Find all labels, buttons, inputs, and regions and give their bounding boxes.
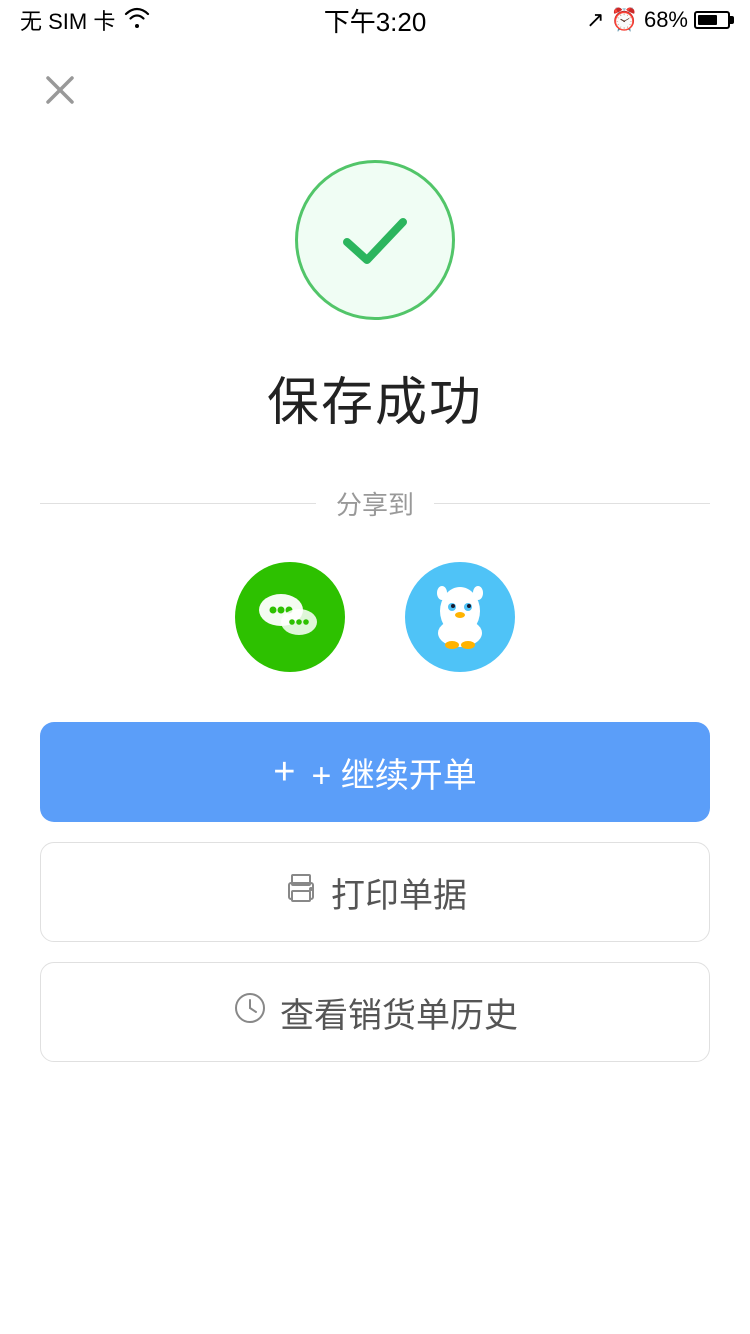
status-left: 无 SIM 卡 [20,4,151,36]
qq-share-button[interactable] [405,562,515,672]
status-bar: 无 SIM 卡 下午3:20 ↗ ⏰ 68% [0,0,750,40]
print-button[interactable]: 打印单据 [40,842,710,942]
battery-percent: 68% [644,7,688,33]
continue-button[interactable]: + + 继续开单 [40,722,710,822]
share-label: 分享到 [336,485,414,522]
success-circle [295,160,455,320]
checkmark-icon [335,200,415,280]
share-divider: 分享到 [40,485,710,522]
battery-icon [694,11,730,29]
history-button[interactable]: 查看销货单历史 [40,962,710,1062]
wechat-share-button[interactable] [235,562,345,672]
share-icons [40,562,710,672]
success-title: 保存成功 [267,360,483,435]
wechat-icon [255,588,325,646]
status-right: ↗ ⏰ 68% [586,7,730,33]
history-label: 查看销货单历史 [280,988,518,1037]
main-content: 保存成功 分享到 [0,140,750,1334]
clock-icon [232,990,268,1035]
printer-icon [283,871,319,914]
alarm-icon: ⏰ [611,7,638,33]
status-time: 下午3:20 [324,2,427,39]
close-button[interactable] [30,60,90,120]
qq-icon [428,581,493,653]
continue-label: + 继续开单 [311,748,476,797]
plus-icon: + [273,751,295,794]
close-icon [42,72,78,108]
sim-status: 无 SIM 卡 [20,4,115,36]
wifi-icon [123,6,151,34]
share-section: 分享到 [40,485,710,672]
location-icon: ↗ [586,7,604,33]
print-label: 打印单据 [331,868,467,917]
action-buttons: + + 继续开单 打印单据 查看销货单 [40,722,710,1062]
